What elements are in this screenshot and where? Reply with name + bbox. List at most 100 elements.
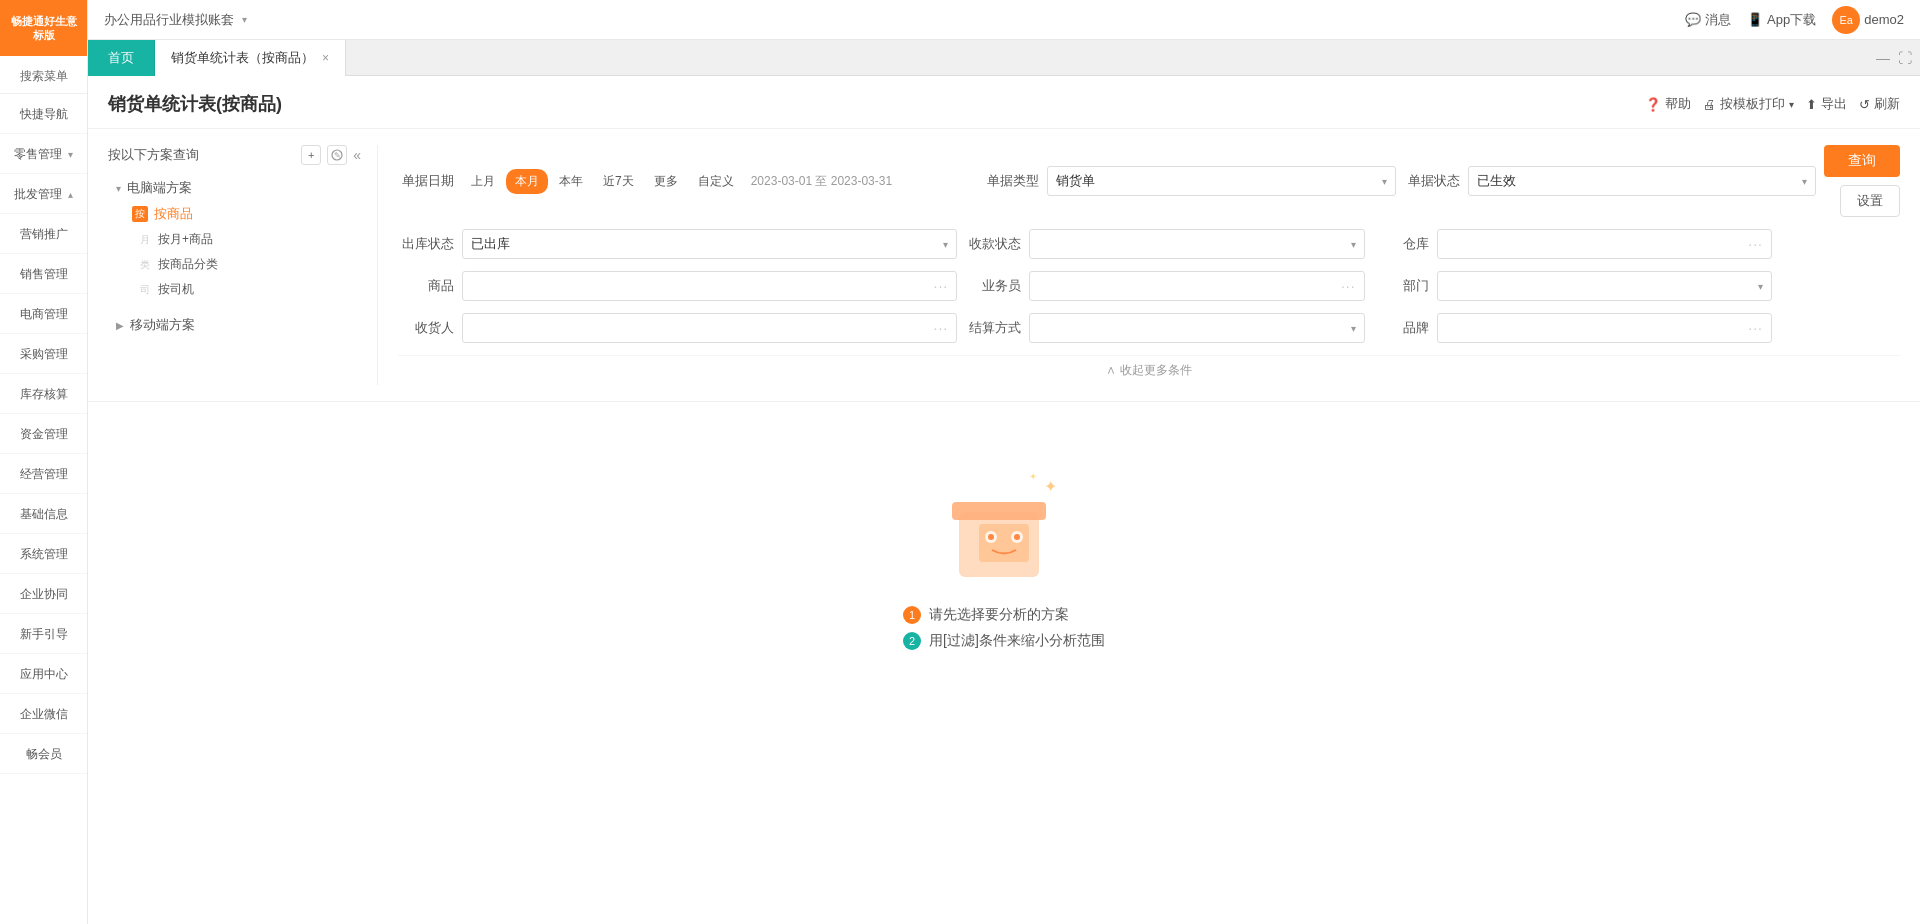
print-btn[interactable]: 🖨 按模板打印 ▾ bbox=[1703, 95, 1794, 113]
sidebar-item-appcenter[interactable]: 应用中心 bbox=[0, 654, 87, 694]
mobile-section-header[interactable]: ▶ 移动端方案 bbox=[108, 312, 361, 338]
tab-bar: 首页 销货单统计表（按商品） × — ⛶ bbox=[88, 40, 1920, 76]
filter-doctype-field: 单据类型 销货单 ▾ bbox=[983, 166, 1395, 196]
salesperson-dots-icon: ··· bbox=[1341, 278, 1356, 294]
export-label: 导出 bbox=[1821, 95, 1847, 113]
empty-svg: ✦ ✦ bbox=[934, 462, 1074, 582]
logo-text: 畅捷通好生意 bbox=[11, 14, 77, 28]
filter-row-3: 商品 ··· 业务员 ··· bbox=[398, 271, 1900, 301]
tree-item-by-driver[interactable]: 司 按司机 bbox=[108, 277, 361, 302]
filter-payment-method-field: 结算方式 ▾ bbox=[965, 313, 1364, 343]
left-filter-panel: 按以下方案查询 + ✎ « ▾ 电脑端方案 bbox=[108, 145, 378, 385]
docstatus-value: 已生效 bbox=[1477, 172, 1516, 190]
sidebar-item-operations[interactable]: 经营管理 bbox=[0, 454, 87, 494]
sidebar-item-newbie[interactable]: 新手引导 bbox=[0, 614, 87, 654]
sidebar-item-marketing[interactable]: 营销推广 bbox=[0, 214, 87, 254]
docstatus-input[interactable]: 已生效 ▾ bbox=[1468, 166, 1816, 196]
sidebar-item-finance[interactable]: 资金管理 bbox=[0, 414, 87, 454]
empty-tip-2: 2 用[过滤]条件来缩小分析范围 bbox=[903, 632, 1105, 650]
export-btn[interactable]: ⬆ 导出 bbox=[1806, 95, 1847, 113]
date-tab-lastmonth[interactable]: 上月 bbox=[462, 169, 504, 194]
industry-selector[interactable]: 办公用品行业模拟账套 ▾ bbox=[104, 11, 247, 29]
user-menu-btn[interactable]: Ea demo2 bbox=[1832, 6, 1904, 34]
product-label: 商品 bbox=[398, 277, 454, 295]
doctype-dropdown-icon: ▾ bbox=[1382, 176, 1387, 187]
svg-text:✦: ✦ bbox=[1029, 471, 1037, 482]
product-dots-icon: ··· bbox=[934, 278, 949, 294]
right-filter-area: 单据日期 上月 本月 本年 近7天 更多 自定义 20 bbox=[378, 145, 1900, 385]
payment-status-input[interactable]: ▾ bbox=[1029, 229, 1364, 259]
tab-right-controls: — ⛶ bbox=[1868, 50, 1920, 66]
department-input[interactable]: ▾ bbox=[1437, 271, 1772, 301]
sub-label-month-product: 按月+商品 bbox=[158, 231, 213, 248]
tab-minimize-btn[interactable]: — bbox=[1876, 50, 1890, 66]
tab-sales-stats[interactable]: 销货单统计表（按商品） × bbox=[155, 40, 346, 76]
filter-brand-field: 品牌 ··· bbox=[1373, 313, 1772, 343]
date-tab-more[interactable]: 更多 bbox=[645, 169, 687, 194]
sidebar-item-enterprise-collab[interactable]: 企业协同 bbox=[0, 574, 87, 614]
date-filter: 上月 本月 本年 近7天 更多 自定义 2023-03-01 至 2023-03… bbox=[462, 169, 975, 194]
date-tab-custom[interactable]: 自定义 bbox=[689, 169, 743, 194]
app-download-btn[interactable]: 📱 App下载 bbox=[1747, 11, 1816, 29]
payment-method-input[interactable]: ▾ bbox=[1029, 313, 1364, 343]
date-tab-7days[interactable]: 近7天 bbox=[594, 169, 643, 194]
sub-icon-driver: 司 bbox=[140, 283, 150, 297]
tree-item-by-product[interactable]: 按 按商品 bbox=[108, 201, 361, 227]
brand-input[interactable]: ··· bbox=[1437, 313, 1772, 343]
sub-icon-product-category: 类 bbox=[140, 258, 150, 272]
warehouse-input[interactable]: ··· bbox=[1437, 229, 1772, 259]
filter-product-field: 商品 ··· bbox=[398, 271, 957, 301]
product-input[interactable]: ··· bbox=[462, 271, 957, 301]
sidebar-item-wholesale[interactable]: 批发管理 ▴ bbox=[0, 174, 87, 214]
filter-warehouse-field: 仓库 ··· bbox=[1373, 229, 1772, 259]
settings-btn[interactable]: 设置 bbox=[1840, 185, 1900, 217]
query-btn[interactable]: 查询 bbox=[1824, 145, 1900, 177]
payment-status-dropdown-icon: ▾ bbox=[1351, 239, 1356, 250]
export-icon: ⬆ bbox=[1806, 97, 1817, 112]
collapse-left-panel-btn[interactable]: « bbox=[353, 147, 361, 163]
message-btn[interactable]: 💬 消息 bbox=[1685, 11, 1731, 29]
empty-illustration: ✦ ✦ bbox=[934, 462, 1074, 582]
recipient-input[interactable]: ··· bbox=[462, 313, 957, 343]
industry-dropdown-arrow: ▾ bbox=[242, 14, 247, 25]
tree-item-by-product-category[interactable]: 类 按商品分类 bbox=[108, 252, 361, 277]
message-icon: 💬 bbox=[1685, 12, 1701, 27]
refresh-btn[interactable]: ↺ 刷新 bbox=[1859, 95, 1900, 113]
date-tab-thismonth[interactable]: 本月 bbox=[506, 169, 548, 194]
sidebar-item-inventory[interactable]: 库存核算 bbox=[0, 374, 87, 414]
sidebar-search-menu[interactable]: 搜索菜单 bbox=[0, 56, 87, 94]
sidebar-item-purchase[interactable]: 采购管理 bbox=[0, 334, 87, 374]
sidebar-item-vip[interactable]: 畅会员 bbox=[0, 734, 87, 774]
sidebar-item-basics[interactable]: 基础信息 bbox=[0, 494, 87, 534]
sidebar-item-sales[interactable]: 销售管理 bbox=[0, 254, 87, 294]
salesperson-input[interactable]: ··· bbox=[1029, 271, 1364, 301]
filter-warehouse-status-field: 出库状态 已出库 ▾ bbox=[398, 229, 957, 259]
sidebar-item-enterprise-wechat[interactable]: 企业微信 bbox=[0, 694, 87, 734]
app-download-icon: 📱 bbox=[1747, 12, 1763, 27]
department-label: 部门 bbox=[1373, 277, 1429, 295]
warehouse-status-label: 出库状态 bbox=[398, 235, 454, 253]
collapse-more-btn[interactable]: ∧ 收起更多条件 bbox=[398, 355, 1900, 385]
edit-scheme-btn[interactable]: ✎ bbox=[327, 145, 347, 165]
avatar: Ea bbox=[1832, 6, 1860, 34]
tab-maximize-btn[interactable]: ⛶ bbox=[1898, 50, 1912, 66]
sidebar-item-quicknav[interactable]: 快捷导航 bbox=[0, 94, 87, 134]
left-filter-header: 按以下方案查询 + ✎ « bbox=[108, 145, 361, 165]
tab-home-label: 首页 bbox=[108, 49, 134, 67]
tree-item-by-month-product[interactable]: 月 按月+商品 bbox=[108, 227, 361, 252]
sidebar-item-retail[interactable]: 零售管理 ▾ bbox=[0, 134, 87, 174]
tree-arrow-pc: ▾ bbox=[116, 183, 121, 194]
page-actions: ❓ 帮助 🖨 按模板打印 ▾ ⬆ 导出 ↺ 刷新 bbox=[1645, 95, 1900, 113]
add-scheme-btn[interactable]: + bbox=[301, 145, 321, 165]
tab-home[interactable]: 首页 bbox=[88, 40, 155, 76]
sidebar-item-ecommerce[interactable]: 电商管理 bbox=[0, 294, 87, 334]
tab-close-btn[interactable]: × bbox=[322, 51, 329, 65]
filter-recipient-field: 收货人 ··· bbox=[398, 313, 957, 343]
filter-row-2: 出库状态 已出库 ▾ 收款状态 ▾ bbox=[398, 229, 1900, 259]
doctype-input[interactable]: 销货单 ▾ bbox=[1047, 166, 1395, 196]
date-tab-thisyear[interactable]: 本年 bbox=[550, 169, 592, 194]
help-btn[interactable]: ❓ 帮助 bbox=[1645, 95, 1691, 113]
sidebar-item-system[interactable]: 系统管理 bbox=[0, 534, 87, 574]
warehouse-status-input[interactable]: 已出库 ▾ bbox=[462, 229, 957, 259]
empty-text: 1 请先选择要分析的方案 2 用[过滤]条件来缩小分析范围 bbox=[903, 606, 1105, 658]
